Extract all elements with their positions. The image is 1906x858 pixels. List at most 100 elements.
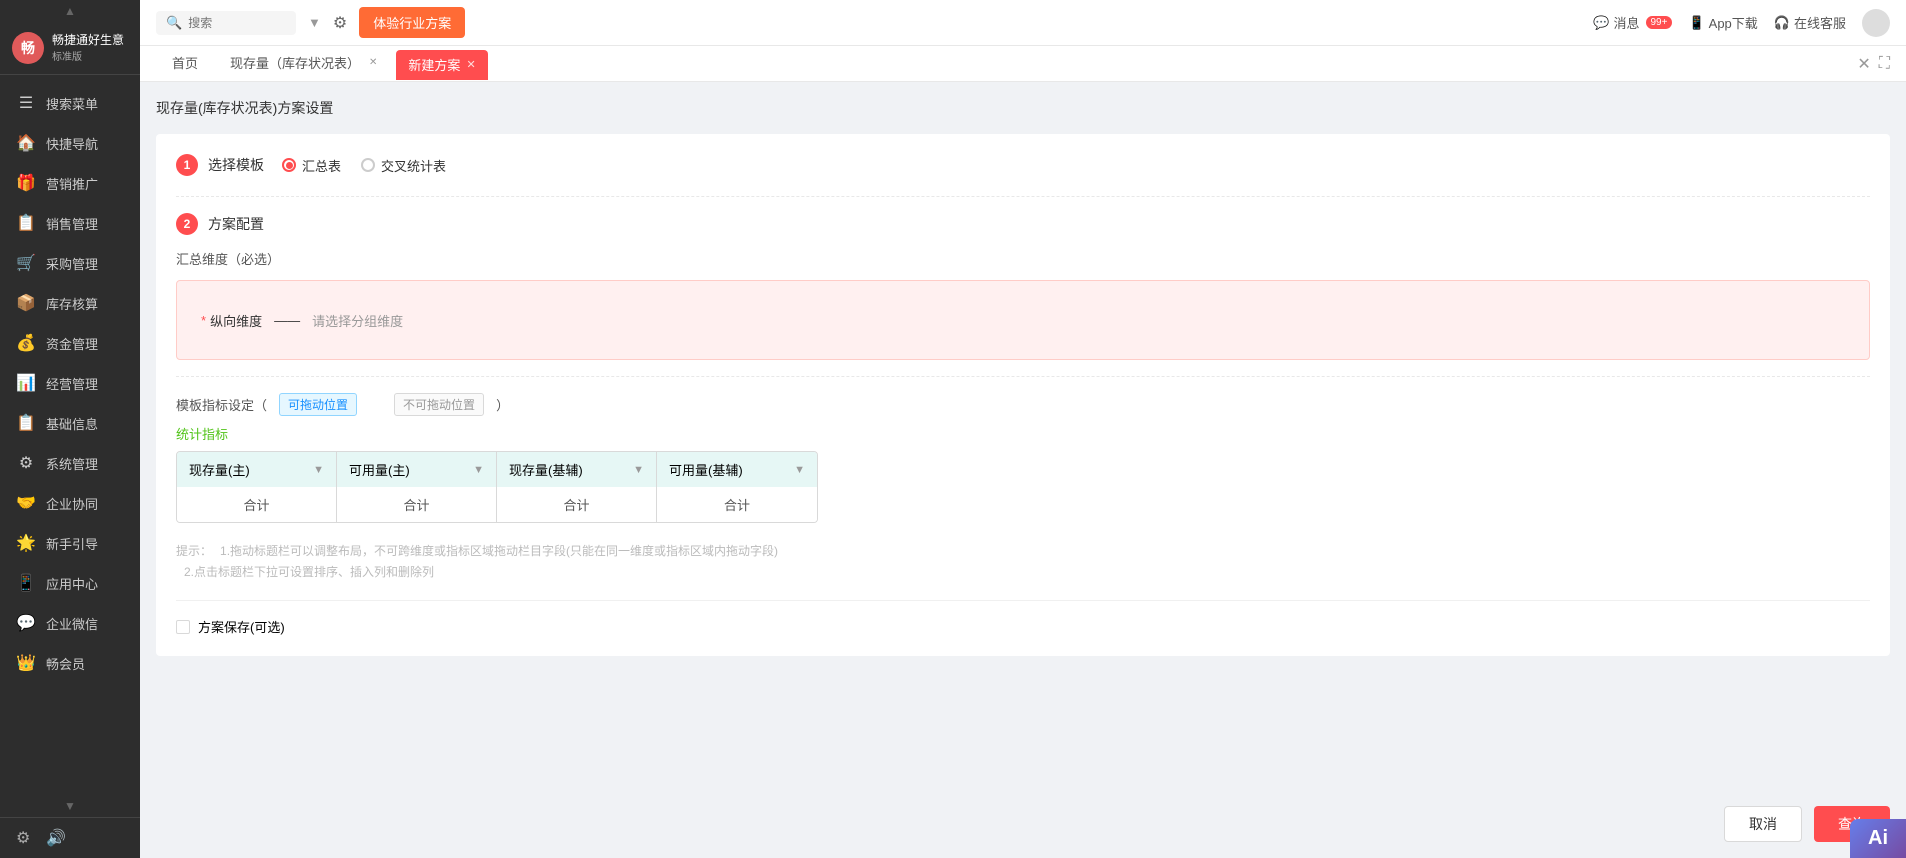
sidebar-logo: 畅 畅捷通好生意 标准版 [0,22,140,75]
dropdown-arrow-icon[interactable]: ▼ [308,15,321,30]
message-icon: 💬 [1593,15,1609,31]
vertical-dimension-label: 纵向维度 [210,311,262,330]
radio-cross[interactable]: 交叉统计表 [361,156,446,175]
divider2 [176,376,1870,377]
settings-icon[interactable]: ⚙ [16,828,30,848]
sidebar-item-label: 企业微信 [46,614,98,633]
sidebar-item-guide[interactable]: 🌟 新手引导 [0,523,140,563]
sidebar-item-label: 营销推广 [46,174,98,193]
radio-cross-circle [361,158,375,172]
save-checkbox-row: 方案保存(可选) [176,600,1870,636]
search-box[interactable]: 🔍 [156,11,296,35]
sidebar-item-search-menu[interactable]: ☰ 搜索菜单 [0,83,140,123]
tab-inventory[interactable]: 现存量（库存状况表） ✕ [214,46,396,82]
indicator-label-sep [369,395,382,414]
sidebar-item-wechat[interactable]: 💬 企业微信 [0,603,140,643]
search-menu-icon: ☰ [16,93,36,113]
finance-icon: 💰 [16,333,36,353]
tab-new-plan[interactable]: 新建方案 ✕ [396,50,487,80]
col-header-2[interactable]: 现存量(基辅) ▼ [497,452,657,487]
col-header-3[interactable]: 可用量(基辅) ▼ [657,452,817,487]
step1-badge: 1 [176,154,198,176]
member-icon: 👑 [16,653,36,673]
expand-window-icon[interactable]: ⛶ [1879,55,1890,73]
sidebar-item-marketing[interactable]: 🎁 营销推广 [0,163,140,203]
sidebar-item-member[interactable]: 👑 畅会员 [0,643,140,683]
search-input[interactable] [188,16,268,30]
step1-section: 1 选择模板 汇总表 交叉统计表 [176,154,1870,176]
message-badge: 99+ [1646,16,1673,29]
main-area: 🔍 ▼ ⚙ 体验行业方案 💬 消息 99+ 📱 App下载 🎧 在线客服 [140,0,1906,858]
dimension-area[interactable]: * 纵向维度 —— 请选择分组维度 [176,280,1870,360]
app-logo-text: 畅捷通好生意 标准版 [52,33,124,64]
step2-title: 方案配置 [208,214,264,234]
chevron-down-icon-3[interactable]: ▼ [794,464,805,476]
save-checkbox-label: 方案保存(可选) [198,617,285,636]
col-header-0[interactable]: 现存量(主) ▼ [177,452,337,487]
search-icon: 🔍 [166,15,182,31]
tab-home[interactable]: 首页 [156,46,214,82]
close-window-icon[interactable]: ✕ [1857,54,1870,74]
dimension-placeholder: 请选择分组维度 [312,311,403,330]
divider1 [176,196,1870,197]
sidebar-item-label: 库存核算 [46,294,98,313]
step1-header: 1 选择模板 汇总表 交叉统计表 [176,154,1870,176]
window-controls: ✕ ⛶ [1857,54,1890,74]
stats-section-title: 统计指标 [176,424,1870,443]
system-icon: ⚙ [16,453,36,473]
gear-icon[interactable]: ⚙ [333,13,347,33]
sidebar-item-corp[interactable]: 🤝 企业协同 [0,483,140,523]
stats-table-header: 现存量(主) ▼ 可用量(主) ▼ 现存量(基辅) ▼ [177,452,817,487]
sidebar-nav: ☰ 搜索菜单 🏠 快捷导航 🎁 营销推广 📋 销售管理 🛒 采购管理 📦 库存核… [0,75,140,795]
radio-summary-circle [282,158,296,172]
template-radio-group: 汇总表 交叉统计表 [282,156,446,175]
sidebar-item-purchase[interactable]: 🛒 采购管理 [0,243,140,283]
app-logo-icon: 畅 [12,32,44,64]
sidebar-footer: ⚙ 🔊 [0,817,140,858]
step1-title: 选择模板 [208,155,264,175]
sidebar-item-label: 快捷导航 [46,134,98,153]
sidebar-item-label: 搜索菜单 [46,94,98,113]
chevron-down-icon-2[interactable]: ▼ [633,464,644,476]
save-checkbox[interactable] [176,620,190,634]
industry-btn[interactable]: 体验行业方案 [359,7,465,38]
basic-info-icon: 📋 [16,413,36,433]
online-service-btn[interactable]: 🎧 在线客服 [1774,13,1846,32]
sidebar-scroll-down[interactable]: ▼ [0,795,140,817]
stats-cell-1: 合计 [337,487,497,522]
radio-summary[interactable]: 汇总表 [282,156,341,175]
download-icon: 📱 [1688,15,1704,31]
app-download-btn[interactable]: 📱 App下载 [1688,13,1757,32]
sales-icon: 📋 [16,213,36,233]
stats-table: 现存量(主) ▼ 可用量(主) ▼ 现存量(基辅) ▼ [176,451,818,523]
chevron-down-icon-0[interactable]: ▼ [313,464,324,476]
sidebar-item-system[interactable]: ⚙ 系统管理 [0,443,140,483]
sidebar-item-inventory[interactable]: 📦 库存核算 [0,283,140,323]
operations-icon: 📊 [16,373,36,393]
sidebar-item-operations[interactable]: 📊 经营管理 [0,363,140,403]
non-draggable-badge: 不可拖动位置 [394,393,484,416]
avatar[interactable] [1862,9,1890,37]
sidebar-item-sales[interactable]: 📋 销售管理 [0,203,140,243]
gift-icon: 🎁 [16,173,36,193]
cancel-button[interactable]: 取消 [1724,806,1802,842]
tip-item-1: 2.点击标题栏下拉可设置排序、插入列和删除列 [176,563,1870,580]
stats-cell-2: 合计 [497,487,657,522]
sidebar-item-app-center[interactable]: 📱 应用中心 [0,563,140,603]
required-mark: * [201,313,206,328]
message-btn[interactable]: 💬 消息 99+ [1593,13,1672,32]
sidebar-item-label: 新手引导 [46,534,98,553]
volume-icon[interactable]: 🔊 [46,828,66,848]
sidebar-item-finance[interactable]: 💰 资金管理 [0,323,140,363]
sidebar-item-quick-nav[interactable]: 🏠 快捷导航 [0,123,140,163]
ai-badge[interactable]: Ai [1850,819,1906,858]
settings-panel: 1 选择模板 汇总表 交叉统计表 [156,134,1890,656]
sidebar-item-label: 经营管理 [46,374,98,393]
sidebar-item-basic-info[interactable]: 📋 基础信息 [0,403,140,443]
chevron-down-icon-1[interactable]: ▼ [473,464,484,476]
corp-icon: 🤝 [16,493,36,513]
tab-inventory-close[interactable]: ✕ [366,56,380,69]
col-header-1[interactable]: 可用量(主) ▼ [337,452,497,487]
tab-new-plan-close[interactable]: ✕ [466,58,475,71]
sidebar-scroll-up[interactable]: ▲ [0,0,140,22]
